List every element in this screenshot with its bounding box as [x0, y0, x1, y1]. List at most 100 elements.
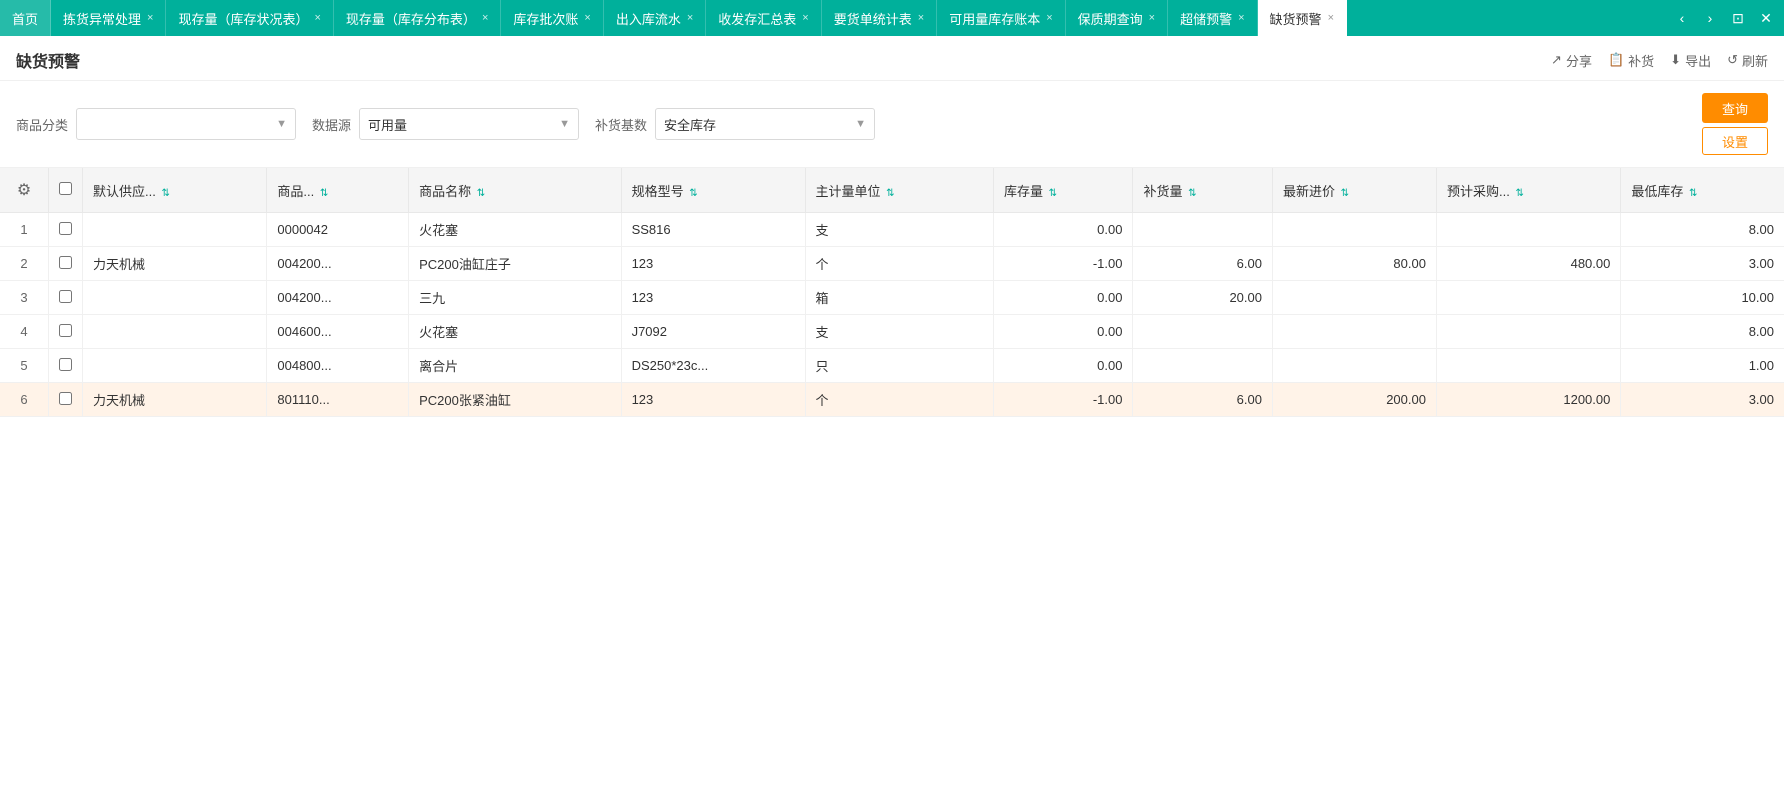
datasource-filter-group: 数据源 可用量 ▼ [312, 108, 579, 140]
export-action[interactable]: ⬇ 导出 [1670, 51, 1711, 70]
nav-close-btn[interactable]: ✕ [1752, 4, 1780, 32]
close-tab-stock-dist[interactable]: × [482, 12, 488, 24]
row-est-purchase-1 [1436, 213, 1620, 247]
nav-prev-btn[interactable]: ‹ [1668, 4, 1696, 32]
row-min-stock-5: 1.00 [1621, 349, 1784, 383]
sort-min-stock-icon: ⇅ [1689, 188, 1697, 199]
tab-overstock[interactable]: 超储预警 × [1168, 0, 1257, 36]
tab-home[interactable]: 首页 [0, 0, 51, 36]
row-check-6[interactable] [49, 383, 83, 417]
select-all-checkbox[interactable] [59, 182, 72, 195]
row-product-name-6: PC200张紧油缸 [409, 383, 621, 417]
col-checkbox[interactable] [49, 168, 83, 213]
query-button[interactable]: 查询 [1702, 93, 1768, 123]
row-product-code-3: 004200... [267, 281, 409, 315]
col-latest-price[interactable]: 最新进价 ⇅ [1272, 168, 1436, 213]
close-tab-expiry[interactable]: × [1149, 12, 1155, 24]
col-min-stock[interactable]: 最低库存 ⇅ [1621, 168, 1784, 213]
col-settings-icon[interactable]: ⚙ [0, 168, 49, 213]
table-row: 6 力天机械 801110... PC200张紧油缸 123 个 -1.00 6… [0, 383, 1784, 417]
table-body: 1 0000042 火花塞 SS816 支 0.00 8.00 2 力天机械 0… [0, 213, 1784, 417]
datasource-select-value: 可用量 [368, 115, 407, 134]
settings-button[interactable]: 设置 [1702, 127, 1768, 155]
tab-stock-status[interactable]: 现存量（库存状况表） × [166, 0, 333, 36]
col-unit[interactable]: 主计量单位 ⇅ [805, 168, 993, 213]
tab-shortage[interactable]: 缺货预警 × [1258, 0, 1347, 36]
row-check-4[interactable] [49, 315, 83, 349]
tab-flow[interactable]: 出入库流水 × [604, 0, 706, 36]
row-supplier-1 [83, 213, 267, 247]
row-est-purchase-2: 480.00 [1436, 247, 1620, 281]
table-wrapper: ⚙ 默认供应... ⇅ 商品... ⇅ 商品名称 ⇅ [0, 168, 1784, 417]
tab-stock-dist[interactable]: 现存量（库存分布表） × [334, 0, 501, 36]
row-check-1[interactable] [49, 213, 83, 247]
row-replenish-qty-5 [1133, 349, 1273, 383]
col-supplier[interactable]: 默认供应... ⇅ [83, 168, 267, 213]
row-check-3[interactable] [49, 281, 83, 315]
replenish-dropdown-icon: ▼ [855, 118, 866, 130]
row-min-stock-2: 3.00 [1621, 247, 1784, 281]
row-supplier-3 [83, 281, 267, 315]
table-row: 2 力天机械 004200... PC200油缸庄子 123 个 -1.00 6… [0, 247, 1784, 281]
close-tab-flow[interactable]: × [687, 12, 693, 24]
table-settings-btn[interactable]: ⚙ [10, 176, 38, 204]
row-check-2[interactable] [49, 247, 83, 281]
row-latest-price-6: 200.00 [1272, 383, 1436, 417]
row-checkbox-5[interactable] [59, 358, 72, 371]
tab-expiry[interactable]: 保质期查询 × [1066, 0, 1168, 36]
supplement-action[interactable]: 📋 补货 [1608, 51, 1654, 70]
row-checkbox-3[interactable] [59, 290, 72, 303]
row-supplier-5 [83, 349, 267, 383]
nav-controls: ‹ › ⊡ ✕ [1664, 4, 1784, 32]
col-product-name[interactable]: 商品名称 ⇅ [409, 168, 621, 213]
data-table: ⚙ 默认供应... ⇅ 商品... ⇅ 商品名称 ⇅ [0, 168, 1784, 417]
row-est-purchase-4 [1436, 315, 1620, 349]
close-tab-stock-status[interactable]: × [314, 12, 320, 24]
refresh-action[interactable]: ↺ 刷新 [1727, 51, 1768, 70]
replenish-select[interactable]: 安全库存 ▼ [655, 108, 875, 140]
tab-picking[interactable]: 拣货异常处理 × [51, 0, 166, 36]
tab-summary[interactable]: 收发存汇总表 × [706, 0, 821, 36]
col-spec[interactable]: 规格型号 ⇅ [621, 168, 805, 213]
row-spec-5: DS250*23c... [621, 349, 805, 383]
tab-demand[interactable]: 要货单统计表 × [822, 0, 937, 36]
close-tab-batch[interactable]: × [584, 12, 590, 24]
row-unit-6: 个 [805, 383, 993, 417]
row-check-5[interactable] [49, 349, 83, 383]
row-stock-2: -1.00 [993, 247, 1133, 281]
row-est-purchase-6: 1200.00 [1436, 383, 1620, 417]
close-tab-demand[interactable]: × [918, 12, 924, 24]
col-product-code[interactable]: 商品... ⇅ [267, 168, 409, 213]
row-product-name-2: PC200油缸庄子 [409, 247, 621, 281]
row-checkbox-6[interactable] [59, 392, 72, 405]
share-action[interactable]: ↗ 分享 [1551, 51, 1592, 70]
close-tab-picking[interactable]: × [147, 12, 153, 24]
nav-next-btn[interactable]: › [1696, 4, 1724, 32]
row-checkbox-4[interactable] [59, 324, 72, 337]
datasource-select[interactable]: 可用量 ▼ [359, 108, 579, 140]
close-tab-shortage[interactable]: × [1328, 12, 1334, 24]
col-stock[interactable]: 库存量 ⇅ [993, 168, 1133, 213]
tab-batch[interactable]: 库存批次账 × [501, 0, 603, 36]
row-stock-4: 0.00 [993, 315, 1133, 349]
row-min-stock-1: 8.00 [1621, 213, 1784, 247]
row-num-4: 4 [0, 315, 49, 349]
category-select[interactable]: ▼ [76, 108, 296, 140]
row-num-5: 5 [0, 349, 49, 383]
sort-stock-icon: ⇅ [1049, 188, 1057, 199]
sort-est-icon: ⇅ [1515, 188, 1523, 199]
row-stock-1: 0.00 [993, 213, 1133, 247]
close-tab-available[interactable]: × [1046, 12, 1052, 24]
col-est-purchase[interactable]: 预计采购... ⇅ [1436, 168, 1620, 213]
close-tab-summary[interactable]: × [802, 12, 808, 24]
row-checkbox-1[interactable] [59, 222, 72, 235]
close-tab-overstock[interactable]: × [1238, 12, 1244, 24]
tab-available[interactable]: 可用量库存账本 × [937, 0, 1065, 36]
replenish-select-value: 安全库存 [664, 115, 716, 134]
row-checkbox-2[interactable] [59, 256, 72, 269]
col-replenish-qty[interactable]: 补货量 ⇅ [1133, 168, 1273, 213]
refresh-icon: ↺ [1727, 52, 1738, 68]
row-unit-3: 箱 [805, 281, 993, 315]
nav-restore-btn[interactable]: ⊡ [1724, 4, 1752, 32]
row-spec-4: J7092 [621, 315, 805, 349]
